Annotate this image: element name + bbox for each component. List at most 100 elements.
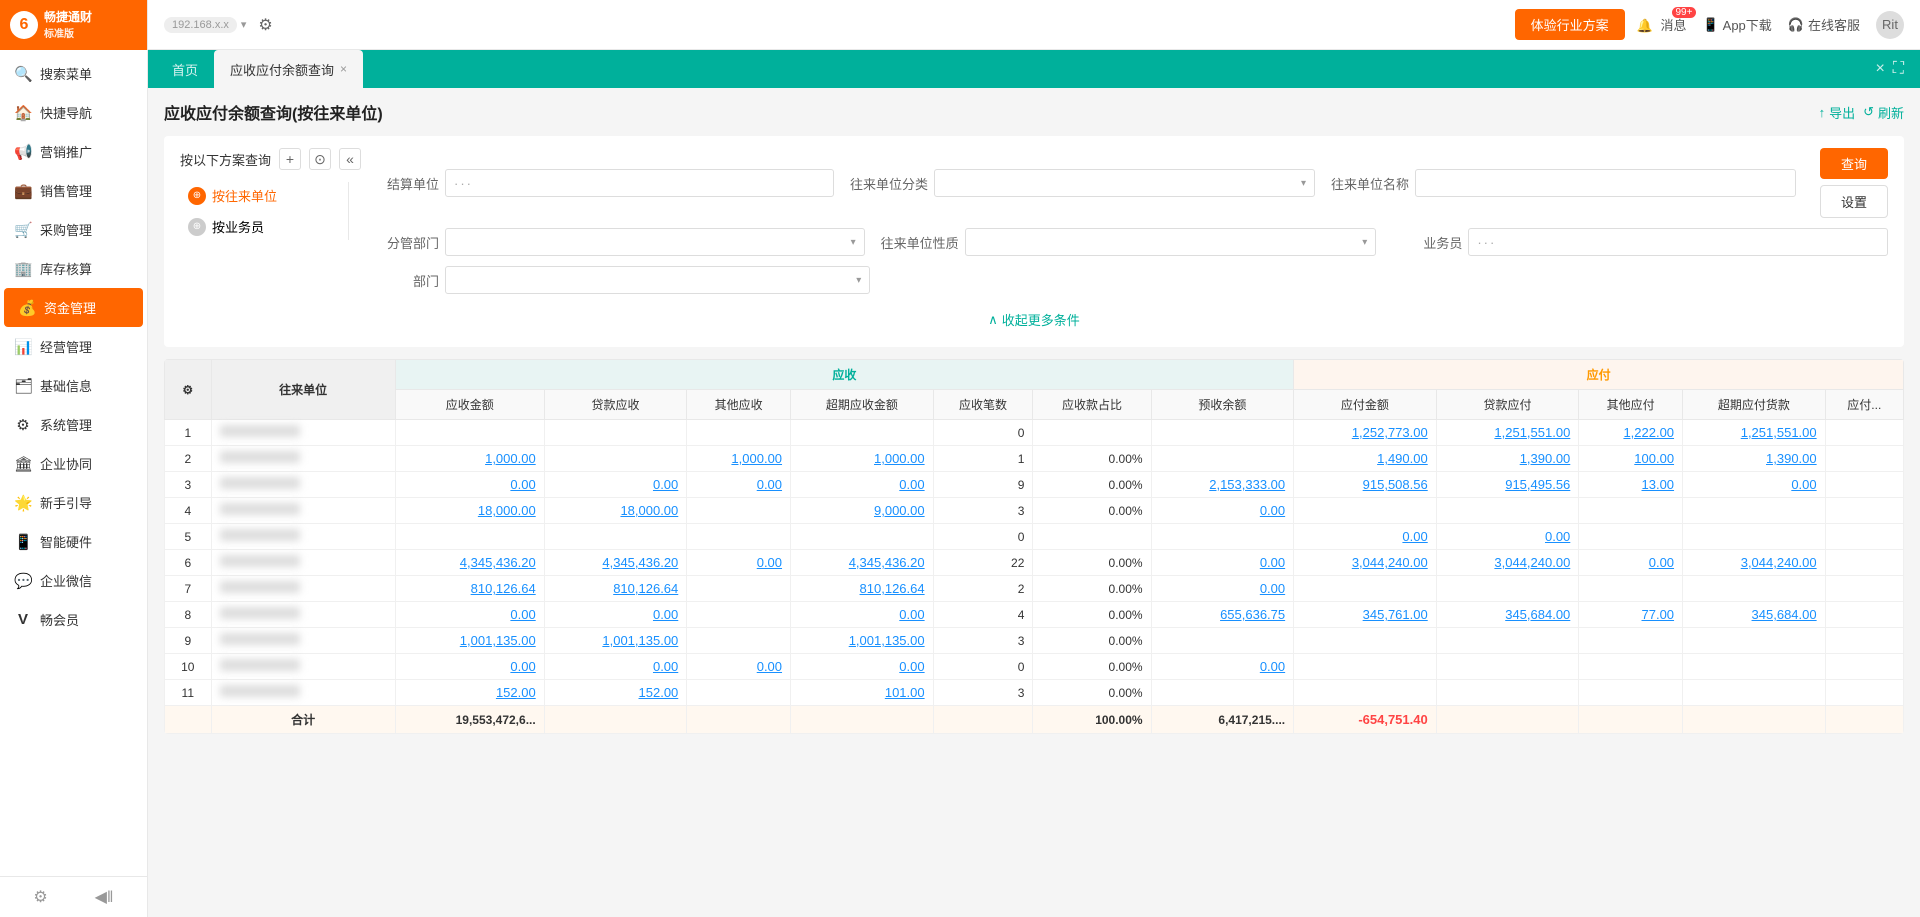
- refresh-button[interactable]: ↺ 刷新: [1863, 103, 1904, 122]
- table-cell[interactable]: 915,495.56: [1436, 472, 1579, 498]
- table-cell[interactable]: 655,636.75: [1151, 602, 1294, 628]
- more-scheme-btn[interactable]: «: [339, 148, 361, 170]
- partner-name-input[interactable]: [1415, 169, 1796, 197]
- table-cell[interactable]: 0.00: [687, 654, 791, 680]
- filter-nav-by-salesman[interactable]: ⊕ 按业务员: [180, 213, 336, 240]
- sidebar-item-marketing[interactable]: 📢 营销推广: [0, 132, 147, 171]
- table-cell[interactable]: 0.00: [395, 602, 544, 628]
- table-cell[interactable]: 0.00: [544, 602, 687, 628]
- setting-button[interactable]: 设置: [1820, 185, 1888, 218]
- sidebar-item-hardware[interactable]: 📱 智能硬件: [0, 522, 147, 561]
- table-cell[interactable]: 13.00: [1579, 472, 1683, 498]
- table-cell[interactable]: 0.00: [791, 654, 934, 680]
- edit-scheme-btn[interactable]: ⊙: [309, 148, 331, 170]
- table-cell[interactable]: 152.00: [544, 680, 687, 706]
- sidebar-item-vip[interactable]: V 畅会员: [0, 600, 147, 639]
- sidebar-item-corp[interactable]: 🏛 企业协同: [0, 444, 147, 483]
- table-cell[interactable]: 0.00: [687, 472, 791, 498]
- table-cell[interactable]: 0.00: [1683, 472, 1826, 498]
- sidebar-item-wechat[interactable]: 💬 企业微信: [0, 561, 147, 600]
- managing-dept-input[interactable]: ▾: [445, 228, 865, 256]
- sidebar-item-finance[interactable]: 💰 资金管理: [4, 288, 143, 327]
- user-avatar[interactable]: Rit: [1876, 11, 1904, 39]
- chevron-down-icon[interactable]: ▾: [241, 18, 247, 31]
- department-input[interactable]: ▾: [445, 266, 870, 294]
- table-cell[interactable]: 810,126.64: [395, 576, 544, 602]
- sidebar-item-sales[interactable]: 💼 销售管理: [0, 171, 147, 210]
- sidebar-item-guide[interactable]: 🌟 新手引导: [0, 483, 147, 522]
- table-cell[interactable]: 1,222.00: [1579, 420, 1683, 446]
- partner-nature-input[interactable]: ▾: [965, 228, 1377, 256]
- settlement-unit-input[interactable]: ···: [445, 169, 834, 197]
- partner-category-input[interactable]: ▾: [934, 169, 1315, 197]
- fullscreen-icon[interactable]: ⛶: [1893, 60, 1904, 78]
- close-window-icon[interactable]: ×: [1875, 60, 1884, 78]
- table-cell[interactable]: 1,252,773.00: [1294, 420, 1437, 446]
- table-cell[interactable]: 0.00: [544, 472, 687, 498]
- table-cell[interactable]: 810,126.64: [791, 576, 934, 602]
- table-cell[interactable]: 1,251,551.00: [1683, 420, 1826, 446]
- table-cell[interactable]: 0.00: [1151, 654, 1294, 680]
- table-cell[interactable]: 1,390.00: [1436, 446, 1579, 472]
- sidebar-item-operations[interactable]: 📊 经营管理: [0, 327, 147, 366]
- table-cell[interactable]: 3,044,240.00: [1294, 550, 1437, 576]
- table-cell[interactable]: 0.00: [1151, 498, 1294, 524]
- table-cell[interactable]: 0.00: [1151, 576, 1294, 602]
- messages-action[interactable]: 🔔 99+ 消息: [1637, 15, 1687, 34]
- table-cell[interactable]: 9,000.00: [791, 498, 934, 524]
- topbar-gear-icon[interactable]: ⚙: [258, 15, 272, 35]
- table-cell[interactable]: 1,001,135.00: [395, 628, 544, 654]
- table-cell[interactable]: 152.00: [395, 680, 544, 706]
- tab-close-icon[interactable]: ×: [340, 62, 347, 76]
- table-cell[interactable]: 18,000.00: [544, 498, 687, 524]
- filter-nav-by-partner[interactable]: ⊕ 按往来单位: [180, 182, 336, 209]
- sidebar-item-quick[interactable]: 🏠 快捷导航: [0, 93, 147, 132]
- app-download-action[interactable]: 📱 App下载: [1702, 15, 1771, 34]
- table-cell[interactable]: 0.00: [395, 654, 544, 680]
- table-cell[interactable]: 810,126.64: [544, 576, 687, 602]
- table-cell[interactable]: 4,345,436.20: [791, 550, 934, 576]
- query-button[interactable]: 查询: [1820, 148, 1888, 179]
- table-cell[interactable]: 18,000.00: [395, 498, 544, 524]
- sidebar-item-search[interactable]: 🔍 搜索菜单: [0, 54, 147, 93]
- table-cell[interactable]: 0.00: [791, 472, 934, 498]
- table-cell[interactable]: 1,001,135.00: [544, 628, 687, 654]
- table-cell[interactable]: 345,761.00: [1294, 602, 1437, 628]
- table-cell[interactable]: 1,000.00: [791, 446, 934, 472]
- collapse-filter-btn[interactable]: ∧ 收起更多条件: [180, 304, 1888, 335]
- sidebar-item-basic[interactable]: 🗂 基础信息: [0, 366, 147, 405]
- export-button[interactable]: ↑ 导出: [1819, 103, 1856, 122]
- online-service-action[interactable]: 🎧 在线客服: [1788, 15, 1860, 34]
- table-cell[interactable]: 915,508.56: [1294, 472, 1437, 498]
- table-cell[interactable]: 0.00: [544, 654, 687, 680]
- table-cell[interactable]: 77.00: [1579, 602, 1683, 628]
- table-cell[interactable]: 1,000.00: [395, 446, 544, 472]
- table-cell[interactable]: 345,684.00: [1683, 602, 1826, 628]
- collapse-sidebar-btn[interactable]: ◀‖: [95, 887, 114, 907]
- table-cell[interactable]: 4,345,436.20: [544, 550, 687, 576]
- table-cell[interactable]: 0.00: [1436, 524, 1579, 550]
- table-cell[interactable]: 0.00: [1579, 550, 1683, 576]
- salesman-input[interactable]: ···: [1468, 228, 1888, 256]
- table-cell[interactable]: 100.00: [1579, 446, 1683, 472]
- table-cell[interactable]: 0.00: [395, 472, 544, 498]
- table-cell[interactable]: 345,684.00: [1436, 602, 1579, 628]
- sidebar-item-inventory[interactable]: 🏢 库存核算: [0, 249, 147, 288]
- solution-button[interactable]: 体验行业方案: [1515, 9, 1625, 40]
- settings-footer-btn[interactable]: ⚙: [33, 887, 47, 907]
- table-cell[interactable]: 0.00: [791, 602, 934, 628]
- table-cell[interactable]: 0.00: [1151, 550, 1294, 576]
- table-cell[interactable]: 2,153,333.00: [1151, 472, 1294, 498]
- tab-ar-ap[interactable]: 应收应付余额查询 ×: [214, 50, 363, 88]
- table-cell[interactable]: 0.00: [687, 550, 791, 576]
- table-cell[interactable]: 4,345,436.20: [395, 550, 544, 576]
- table-cell[interactable]: 1,000.00: [687, 446, 791, 472]
- tab-home[interactable]: 首页: [156, 50, 214, 88]
- table-cell[interactable]: 3,044,240.00: [1683, 550, 1826, 576]
- table-cell[interactable]: 0.00: [1294, 524, 1437, 550]
- table-cell[interactable]: 1,251,551.00: [1436, 420, 1579, 446]
- add-scheme-btn[interactable]: +: [279, 148, 301, 170]
- sidebar-item-purchase[interactable]: 🛒 采购管理: [0, 210, 147, 249]
- table-cell[interactable]: 101.00: [791, 680, 934, 706]
- table-cell[interactable]: 1,390.00: [1683, 446, 1826, 472]
